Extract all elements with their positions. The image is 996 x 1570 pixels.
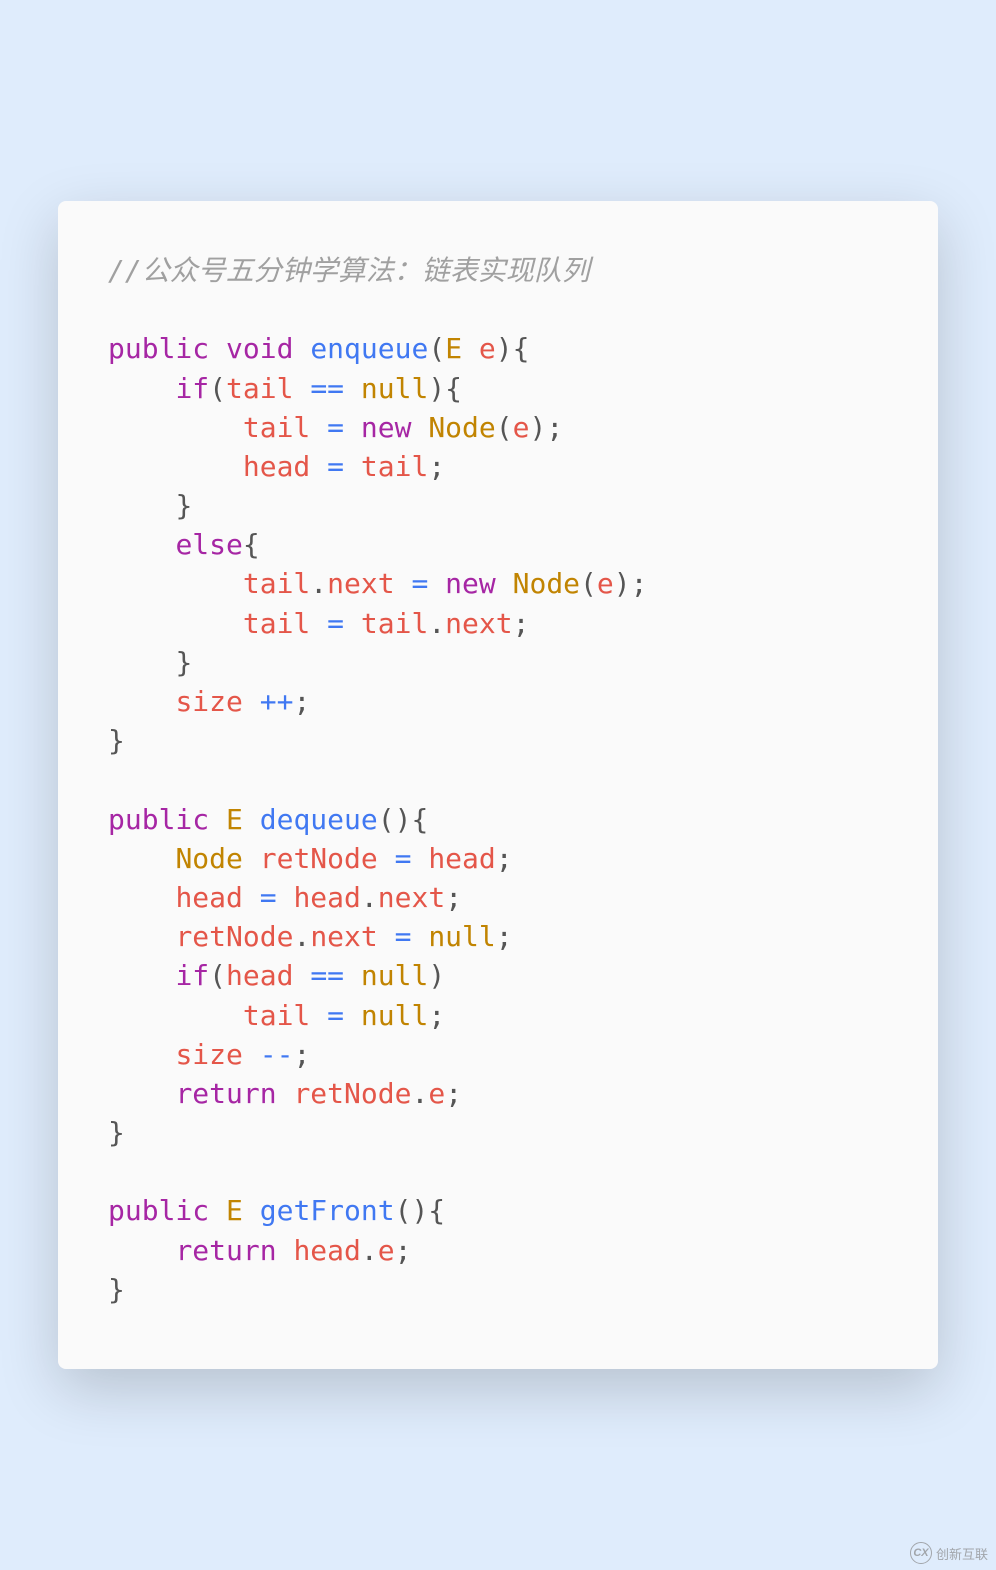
kw-public: public <box>108 332 209 365</box>
var-next: next <box>445 607 512 640</box>
lit-null: null <box>361 959 428 992</box>
watermark-text: 创新互联 <box>936 1544 988 1563</box>
type-Node: Node <box>513 567 580 600</box>
op-assign: = <box>395 920 412 953</box>
kw-new: new <box>361 411 412 444</box>
lit-null: null <box>428 920 495 953</box>
code-card: //公众号五分钟学算法：链表实现队列 public void enqueue(E… <box>58 201 938 1369</box>
var-tail: tail <box>243 567 310 600</box>
kw-return: return <box>175 1234 276 1267</box>
code-block: //公众号五分钟学算法：链表实现队列 public void enqueue(E… <box>108 251 888 1309</box>
var-head: head <box>293 881 360 914</box>
kw-void: void <box>226 332 293 365</box>
kw-if: if <box>175 959 209 992</box>
fn-getFront: getFront <box>260 1194 395 1227</box>
var-retNode: retNode <box>260 842 378 875</box>
var-head: head <box>428 842 495 875</box>
var-tail: tail <box>243 411 310 444</box>
kw-else: else <box>175 528 242 561</box>
type-E: E <box>445 332 462 365</box>
op-assign: = <box>395 842 412 875</box>
op-assign: = <box>260 881 277 914</box>
param-e: e <box>479 332 496 365</box>
var-e: e <box>428 1077 445 1110</box>
var-retNode: retNode <box>175 920 293 953</box>
op-inc: ++ <box>260 685 294 718</box>
op-eq: == <box>310 959 344 992</box>
watermark-icon: CX <box>910 1542 932 1564</box>
fn-dequeue: dequeue <box>260 803 378 836</box>
var-tail: tail <box>361 450 428 483</box>
var-tail: tail <box>243 607 310 640</box>
watermark: CX 创新互联 <box>910 1542 988 1564</box>
op-assign: = <box>411 567 428 600</box>
var-head: head <box>293 1234 360 1267</box>
op-eq: == <box>310 372 344 405</box>
type-Node: Node <box>428 411 495 444</box>
kw-return: return <box>175 1077 276 1110</box>
var-next: next <box>378 881 445 914</box>
var-size: size <box>175 1038 242 1071</box>
kw-public: public <box>108 1194 209 1227</box>
var-tail: tail <box>361 607 428 640</box>
comment-line: //公众号五分钟学算法：链表实现队列 <box>108 254 590 287</box>
var-retNode: retNode <box>293 1077 411 1110</box>
kw-new: new <box>445 567 496 600</box>
kw-if: if <box>175 372 209 405</box>
op-assign: = <box>327 999 344 1032</box>
var-head: head <box>226 959 293 992</box>
var-next: next <box>310 920 377 953</box>
type-E: E <box>226 1194 243 1227</box>
var-tail: tail <box>243 999 310 1032</box>
var-tail: tail <box>226 372 293 405</box>
op-assign: = <box>327 450 344 483</box>
var-head: head <box>175 881 242 914</box>
lit-null: null <box>361 372 428 405</box>
op-dec: -- <box>260 1038 294 1071</box>
op-assign: = <box>327 607 344 640</box>
lit-null: null <box>361 999 428 1032</box>
var-size: size <box>175 685 242 718</box>
type-Node: Node <box>175 842 242 875</box>
fn-enqueue: enqueue <box>310 332 428 365</box>
type-E: E <box>226 803 243 836</box>
var-e: e <box>597 567 614 600</box>
kw-public: public <box>108 803 209 836</box>
var-e: e <box>378 1234 395 1267</box>
var-head: head <box>243 450 310 483</box>
var-next: next <box>327 567 394 600</box>
var-e: e <box>513 411 530 444</box>
op-assign: = <box>327 411 344 444</box>
